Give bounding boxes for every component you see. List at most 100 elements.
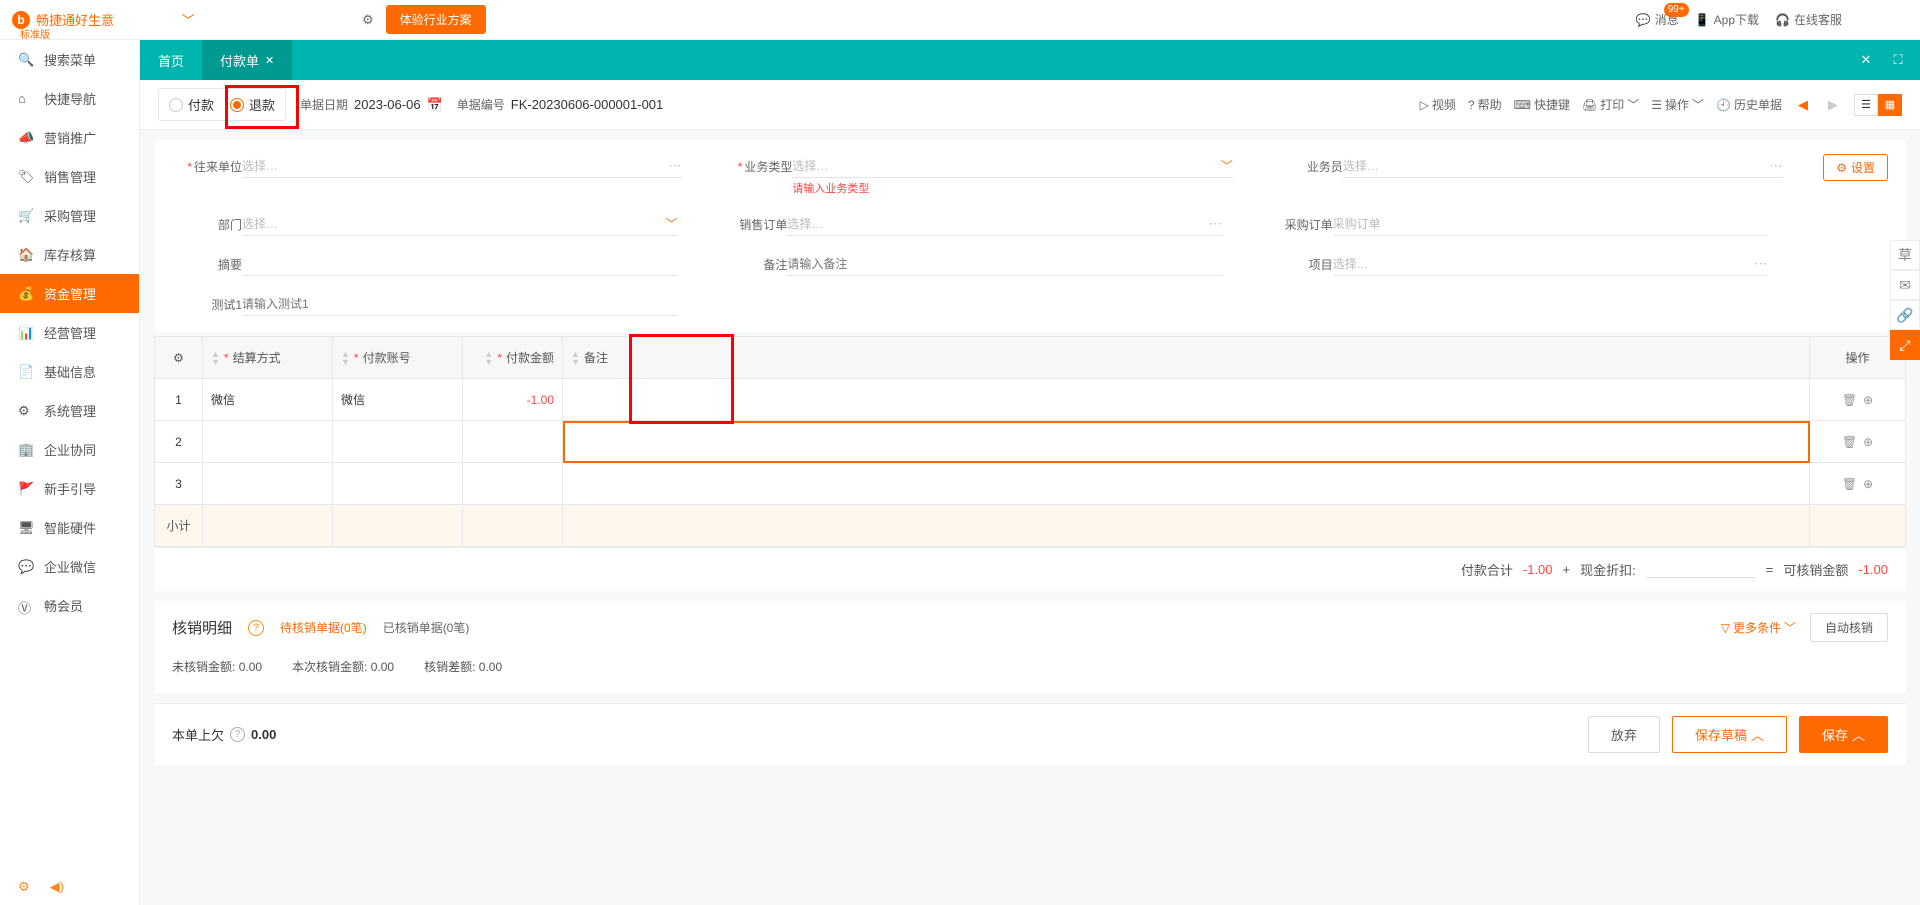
print-dropdown[interactable]: 🖨打印﹀ xyxy=(1582,96,1639,113)
nav-changmember[interactable]: Ⓥ畅会员 xyxy=(0,586,139,625)
remark-input[interactable] xyxy=(787,257,1222,271)
operate-dropdown[interactable]: ☰操作﹀ xyxy=(1651,96,1704,113)
close-icon[interactable]: ✕ xyxy=(265,54,274,67)
field-test1[interactable]: 测试1 xyxy=(172,292,677,316)
app-download-link[interactable]: 📱 App下载 xyxy=(1695,11,1759,28)
nav-enterprise-collab[interactable]: 🏢企业协同 xyxy=(0,430,139,469)
nav-sales[interactable]: 🏷销售管理 xyxy=(0,157,139,196)
cell-account[interactable] xyxy=(333,421,463,463)
cell-remark[interactable] xyxy=(563,379,1810,421)
float-attach-icon[interactable]: 🔗 xyxy=(1890,300,1920,330)
field-salesman[interactable]: 业务员 选择…⋯ xyxy=(1273,154,1783,196)
nav-purchase[interactable]: 🛒采购管理 xyxy=(0,196,139,235)
save-button[interactable]: 保存︿ xyxy=(1799,716,1888,753)
nav-wecom[interactable]: 💬企业微信 xyxy=(0,547,139,586)
settings-button[interactable]: ⚙设置 xyxy=(1823,154,1888,181)
more-conditions-link[interactable]: ▽更多条件﹀ xyxy=(1721,619,1796,636)
settings-icon[interactable]: ⚙ xyxy=(18,879,30,895)
cell-account[interactable] xyxy=(333,463,463,505)
field-remark[interactable]: 备注 xyxy=(717,252,1222,276)
cell-remark[interactable] xyxy=(563,463,1810,505)
nav-operation[interactable]: 📊经营管理 xyxy=(0,313,139,352)
test1-input[interactable] xyxy=(242,297,677,311)
field-project[interactable]: 项目 选择…⋯ xyxy=(1263,252,1768,276)
field-partner[interactable]: *往来单位 选择…⋯ xyxy=(172,154,682,196)
lookup-icon[interactable]: ⋯ xyxy=(1769,158,1783,174)
tab-home[interactable]: 首页 xyxy=(140,40,202,80)
header-account[interactable]: ▲▼*付款账号 xyxy=(333,337,463,379)
lookup-icon[interactable]: ⋯ xyxy=(1209,216,1223,232)
field-purchase-order[interactable]: 采购订单 采购订单 xyxy=(1263,212,1768,236)
tab-payment-doc[interactable]: 付款单 ✕ xyxy=(202,40,292,80)
cell-settle[interactable] xyxy=(203,463,333,505)
lookup-icon[interactable]: ⋯ xyxy=(668,158,682,174)
header-amount[interactable]: ▲▼*付款金额 xyxy=(463,337,563,379)
lookup-icon[interactable]: ⋯ xyxy=(1754,256,1768,272)
prev-doc-icon[interactable]: ◀ xyxy=(1794,97,1812,113)
header-settle[interactable]: ▲▼*结算方式 xyxy=(203,337,333,379)
discard-button[interactable]: 放弃 xyxy=(1588,716,1660,753)
cell-amount[interactable] xyxy=(463,463,563,505)
help-icon[interactable]: ? xyxy=(230,727,245,742)
header-gear[interactable]: ⚙ xyxy=(155,337,203,379)
nav-inventory[interactable]: 🏠库存核算 xyxy=(0,235,139,274)
add-row-icon[interactable]: ⊕ xyxy=(1863,477,1873,491)
messages-link[interactable]: 💬 消息 99+ xyxy=(1636,11,1679,28)
add-row-icon[interactable]: ⊕ xyxy=(1863,393,1873,407)
shortcut-link[interactable]: ⌨快捷键 xyxy=(1514,96,1570,113)
summary-input[interactable] xyxy=(242,257,677,271)
fullscreen-icon[interactable]: ⛶ xyxy=(1886,48,1910,72)
gear-icon[interactable]: ⚙ xyxy=(362,12,374,28)
float-expand-icon[interactable]: ⤢ xyxy=(1890,330,1920,360)
nav-newbie-guide[interactable]: 🚩新手引导 xyxy=(0,469,139,508)
view-card-icon[interactable]: ▦ xyxy=(1878,94,1902,116)
field-biztype[interactable]: *业务类型 选择…﹀ 请输入业务类型 xyxy=(722,154,1232,196)
delete-icon[interactable]: 🗑 xyxy=(1842,435,1857,449)
float-mail-icon[interactable]: ✉ xyxy=(1890,270,1920,300)
calendar-icon[interactable]: 📅 xyxy=(427,97,443,113)
cell-settle[interactable] xyxy=(203,421,333,463)
header-remark[interactable]: ▲▼备注 xyxy=(563,337,1810,379)
customer-service-link[interactable]: 🎧 在线客服 xyxy=(1775,11,1842,28)
cell-amount[interactable] xyxy=(463,421,563,463)
video-link[interactable]: ▷视频 xyxy=(1420,96,1456,113)
done-tab[interactable]: 已核销单据(0笔) xyxy=(383,619,470,636)
help-icon[interactable]: ? xyxy=(248,620,264,636)
cell-remark[interactable] xyxy=(563,421,1810,463)
nav-system[interactable]: ⚙系统管理 xyxy=(0,391,139,430)
cell-settle[interactable]: 微信 xyxy=(203,379,333,421)
field-sales-order[interactable]: 销售订单 选择…⋯ xyxy=(717,212,1222,236)
experience-button[interactable]: 体验行业方案 xyxy=(386,5,486,34)
nav-smart-hardware[interactable]: 🖥智能硬件 xyxy=(0,508,139,547)
save-draft-button[interactable]: 保存草稿︿ xyxy=(1672,716,1787,753)
float-draft-icon[interactable]: 草 xyxy=(1890,240,1920,270)
field-department[interactable]: 部门 选择…﹀ xyxy=(172,212,677,236)
history-link[interactable]: 🕘历史单据 xyxy=(1716,96,1782,113)
delete-icon[interactable]: 🗑 xyxy=(1842,477,1857,491)
nav-marketing[interactable]: 📣营销推广 xyxy=(0,118,139,157)
nav-quick-nav[interactable]: ⌂快捷导航 xyxy=(0,79,139,118)
nav-basic-info[interactable]: 📄基础信息 xyxy=(0,352,139,391)
doc-date-field[interactable]: 单据日期 2023-06-06 📅 xyxy=(300,96,443,113)
radio-payment[interactable]: 付款 xyxy=(169,95,214,114)
next-doc-icon[interactable]: ▶ xyxy=(1824,97,1842,113)
radio-refund[interactable]: 退款 xyxy=(230,95,275,114)
nav-funds[interactable]: 💰资金管理 xyxy=(0,274,139,313)
cell-account[interactable]: 微信 xyxy=(333,379,463,421)
cash-discount-input[interactable] xyxy=(1646,562,1756,578)
org-dropdown[interactable]: ﹀ xyxy=(172,10,352,29)
close-all-icon[interactable]: ✕ xyxy=(1854,48,1878,72)
field-summary[interactable]: 摘要 xyxy=(172,252,677,276)
view-list-icon[interactable]: ☰ xyxy=(1854,94,1878,116)
help-link[interactable]: ?帮助 xyxy=(1468,96,1502,113)
collapse-icon[interactable]: ◀) xyxy=(50,879,64,895)
table-row: 1 微信 微信 -1.00 🗑⊕ xyxy=(155,379,1906,421)
add-row-icon[interactable]: ⊕ xyxy=(1863,435,1873,449)
chevron-down-icon[interactable]: ﹀ xyxy=(1221,157,1233,174)
nav-search-menu[interactable]: 🔍搜索菜单 xyxy=(0,40,139,79)
cell-amount[interactable]: -1.00 xyxy=(463,379,563,421)
auto-writeoff-button[interactable]: 自动核销 xyxy=(1810,613,1888,642)
delete-icon[interactable]: 🗑 xyxy=(1842,393,1857,407)
pending-tab[interactable]: 待核销单据(0笔) xyxy=(280,619,367,636)
chevron-down-icon[interactable]: ﹀ xyxy=(665,215,677,232)
